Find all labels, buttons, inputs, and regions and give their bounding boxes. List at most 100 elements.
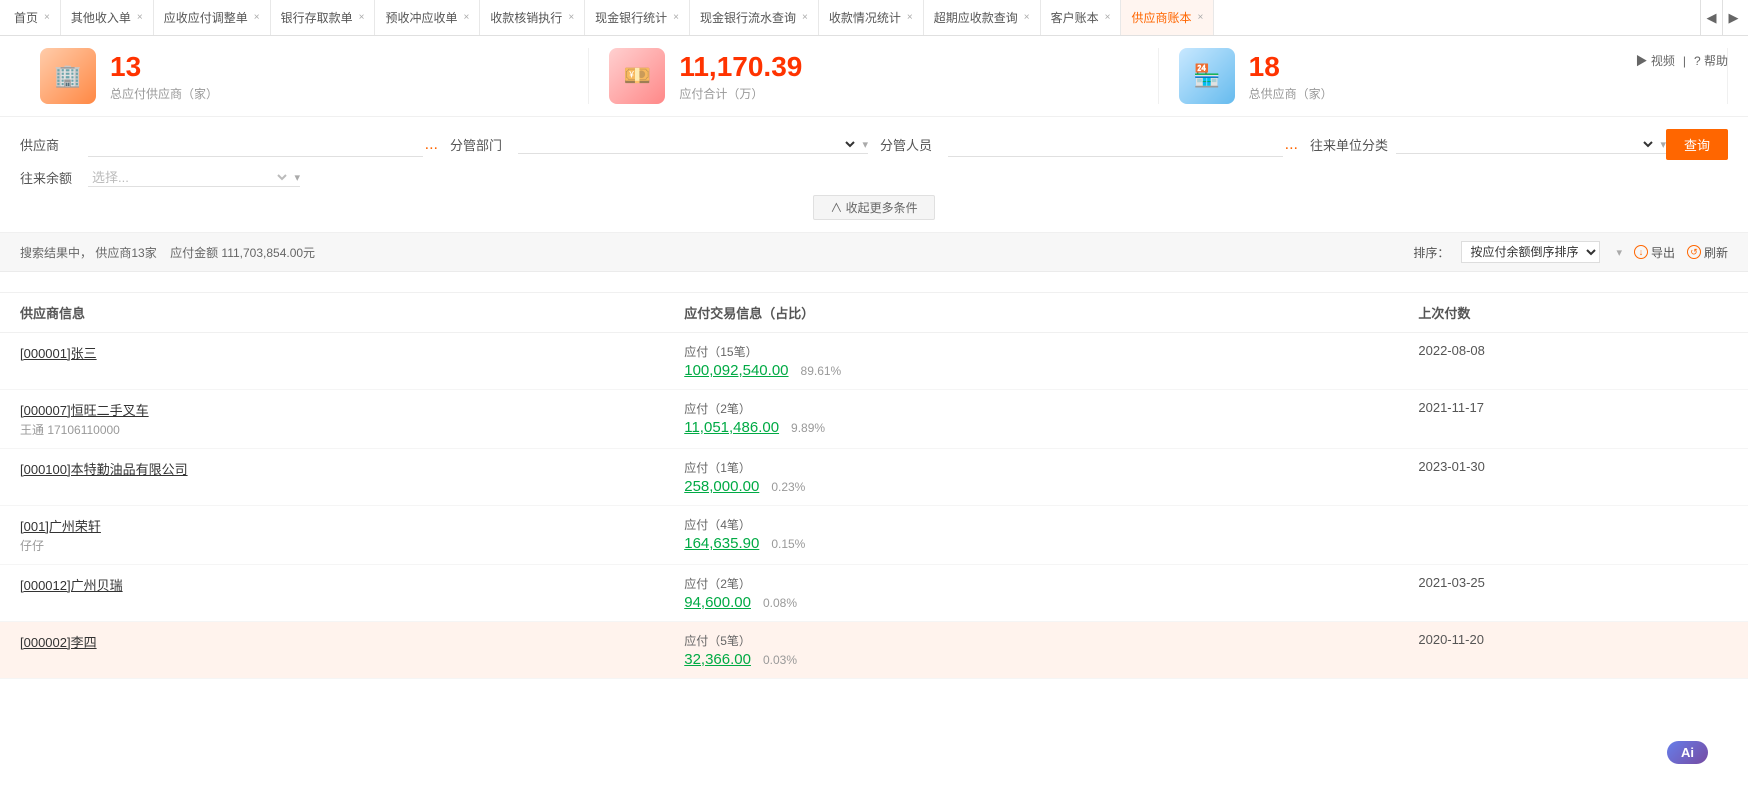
payable-suppliers-label: 总应付供应商（家） <box>110 85 218 102</box>
nav-left-arrow[interactable]: ◀ <box>1700 0 1722 36</box>
tx-amount[interactable]: 32,366.00 <box>684 651 751 668</box>
nav-tab-ar-ap-adjust[interactable]: 应收应付调整单× <box>154 0 271 36</box>
filter-category: 往来单位分类 ▾ 查询 <box>1310 129 1728 160</box>
close-tab-other-income[interactable]: × <box>137 12 143 23</box>
help-icon: ? <box>1694 54 1701 68</box>
supplier-link[interactable]: [000012]广州贝瑞 <box>20 578 123 593</box>
supplier-input[interactable] <box>88 133 423 157</box>
result-actions: 排序： 按应付余额倒序排序 ▾ ↓ 导出 ↺ 刷新 <box>1413 241 1728 263</box>
close-tab-supplier-book[interactable]: × <box>1197 12 1203 23</box>
supplier-sub: 仔仔 <box>20 537 644 554</box>
close-tab-overdue-ar[interactable]: × <box>1024 12 1030 23</box>
last-pay-date: 2022-08-08 <box>1418 343 1485 358</box>
supplier-link[interactable]: [001]广州荣轩 <box>20 519 101 534</box>
total-suppliers-value: 18 <box>1249 50 1333 84</box>
nav-tab-bank-deposit[interactable]: 银行存取款单× <box>271 0 376 36</box>
supplier-table: 供应商信息 应付交易信息（占比） 上次付数 [000001]张三 应付（15笔）… <box>0 272 1748 679</box>
table-row: [000012]广州贝瑞 应付（2笔） 94,600.00 0.08% 2021… <box>0 565 1748 622</box>
help-link[interactable]: ? 帮助 <box>1694 52 1728 69</box>
total-suppliers-label: 总供应商（家） <box>1249 85 1333 102</box>
supplier-info-cell: [001]广州荣轩仔仔 <box>0 506 664 565</box>
tx-label: 应付（2笔） <box>684 575 1378 592</box>
category-select[interactable] <box>1396 136 1656 153</box>
nav-tab-cash-flow[interactable]: 现金银行流水查询× <box>690 0 819 36</box>
tx-info-cell: 应付（4笔） 164,635.90 0.15% <box>664 506 1398 565</box>
close-tab-cash-bank-stat[interactable]: × <box>673 12 679 23</box>
collapse-button[interactable]: ∧ 收起更多条件 <box>813 195 934 220</box>
video-link[interactable]: ▶ 视频 <box>1635 52 1674 69</box>
balance-chevron-icon: ▾ <box>294 171 300 184</box>
balance-select-wrapper[interactable]: 选择... ▾ <box>88 169 300 187</box>
supplier-label: 供应商 <box>20 135 80 154</box>
ai-button-container: Ai <box>1667 741 1708 764</box>
sort-label: 排序： <box>1413 244 1449 261</box>
ai-button[interactable]: Ai <box>1667 741 1708 764</box>
tx-info-cell: 应付（2笔） 94,600.00 0.08% <box>664 565 1398 622</box>
category-select-wrapper[interactable]: ▾ <box>1396 136 1666 154</box>
refresh-button[interactable]: ↺ 刷新 <box>1687 244 1728 261</box>
close-tab-collection-verify[interactable]: × <box>568 12 574 23</box>
last-pay-date: 2023-01-30 <box>1418 459 1485 474</box>
close-tab-home[interactable]: × <box>44 12 50 23</box>
supplier-link[interactable]: [000001]张三 <box>20 346 97 361</box>
person-label: 分管人员 <box>880 135 940 154</box>
filter-balance: 往来余额 选择... ▾ <box>20 168 300 187</box>
nav-tab-cash-bank-stat[interactable]: 现金银行统计× <box>585 0 690 36</box>
supplier-link[interactable]: [000100]本特勤油品有限公司 <box>20 462 188 477</box>
supplier-link[interactable]: [000002]李四 <box>20 635 97 650</box>
supplier-info-cell: [000007]恒旺二手叉车王通 17106110000 <box>0 390 664 449</box>
person-dots-btn[interactable]: ... <box>1285 136 1298 154</box>
nav-right-arrow[interactable]: ▶ <box>1722 0 1744 36</box>
supplier-dots-btn[interactable]: ... <box>425 136 438 154</box>
tx-pct: 0.08% <box>763 596 797 610</box>
video-icon: ▶ <box>1635 54 1647 68</box>
close-tab-bank-deposit[interactable]: × <box>359 12 365 23</box>
tx-info-cell: 应付（1笔） 258,000.00 0.23% <box>664 449 1398 506</box>
nav-tab-customer-book[interactable]: 客户账本× <box>1041 0 1122 36</box>
nav-tab-overdue-ar[interactable]: 超期应收款查询× <box>924 0 1041 36</box>
nav-tab-home[interactable]: 首页× <box>4 0 61 36</box>
separator: | <box>1683 54 1686 68</box>
supplier-link[interactable]: [000007]恒旺二手叉车 <box>20 403 149 418</box>
header-links: ▶ 视频 | ? 帮助 <box>1635 52 1728 69</box>
sort-select[interactable]: 按应付余额倒序排序 <box>1461 241 1600 263</box>
stats-header: 🏢 13 总应付供应商（家） 💴 11,170.39 应付合计（万） 🏪 18 … <box>0 36 1748 117</box>
tx-amount[interactable]: 11,051,486.00 <box>684 419 779 436</box>
export-button[interactable]: ↓ 导出 <box>1634 244 1675 261</box>
person-input[interactable] <box>948 133 1283 157</box>
close-tab-collection-stat[interactable]: × <box>907 12 913 23</box>
col-tx-info <box>664 272 1398 293</box>
payable-amount-label: 应付合计（万） <box>679 85 802 102</box>
top-navigation: 首页×其他收入单×应收应付调整单×银行存取款单×预收冲应收单×收款核销执行×现金… <box>0 0 1748 36</box>
tx-amount[interactable]: 258,000.00 <box>684 478 759 495</box>
supplier-info-cell: [000001]张三 <box>0 333 664 390</box>
nav-tab-prepay-ar[interactable]: 预收冲应收单× <box>375 0 480 36</box>
balance-select[interactable]: 选择... <box>88 169 290 186</box>
dept-select-wrapper[interactable]: ▾ <box>518 136 868 154</box>
nav-tab-collection-stat[interactable]: 收款情况统计× <box>819 0 924 36</box>
last-pay-cell: 2022-08-08 <box>1398 333 1748 390</box>
tx-amount[interactable]: 100,092,540.00 <box>684 362 788 379</box>
close-tab-cash-flow[interactable]: × <box>802 12 808 23</box>
filter-dept: 分管部门 ▾ <box>450 135 868 154</box>
close-tab-prepay-ar[interactable]: × <box>463 12 469 23</box>
filter-row-2: 往来余额 选择... ▾ <box>20 168 1728 187</box>
filter-area: 供应商 ... 分管部门 ▾ 分管人员 ... <box>0 117 1748 233</box>
nav-tab-collection-verify[interactable]: 收款核销执行× <box>480 0 585 36</box>
dept-select[interactable] <box>518 136 858 153</box>
close-tab-ar-ap-adjust[interactable]: × <box>254 12 260 23</box>
tx-amount[interactable]: 164,635.90 <box>684 535 759 552</box>
search-button[interactable]: 查询 <box>1666 129 1728 160</box>
last-pay-date: 2021-03-25 <box>1418 575 1485 590</box>
close-tab-customer-book[interactable]: × <box>1105 12 1111 23</box>
table-row: [000002]李四 应付（5笔） 32,366.00 0.03% 2020-1… <box>0 622 1748 679</box>
nav-tab-other-income[interactable]: 其他收入单× <box>61 0 154 36</box>
category-chevron-icon: ▾ <box>1660 138 1666 151</box>
export-icon: ↓ <box>1634 245 1648 259</box>
store-icon: 🏪 <box>1179 48 1235 104</box>
table-wrapper: 供应商信息 应付交易信息（占比） 上次付数 [000001]张三 应付（15笔）… <box>0 272 1748 679</box>
last-pay-cell: 2021-11-17 <box>1398 390 1748 449</box>
tx-amount[interactable]: 94,600.00 <box>684 594 751 611</box>
tx-label: 应付（4笔） <box>684 516 1378 533</box>
nav-tab-supplier-book[interactable]: 供应商账本× <box>1121 0 1214 36</box>
